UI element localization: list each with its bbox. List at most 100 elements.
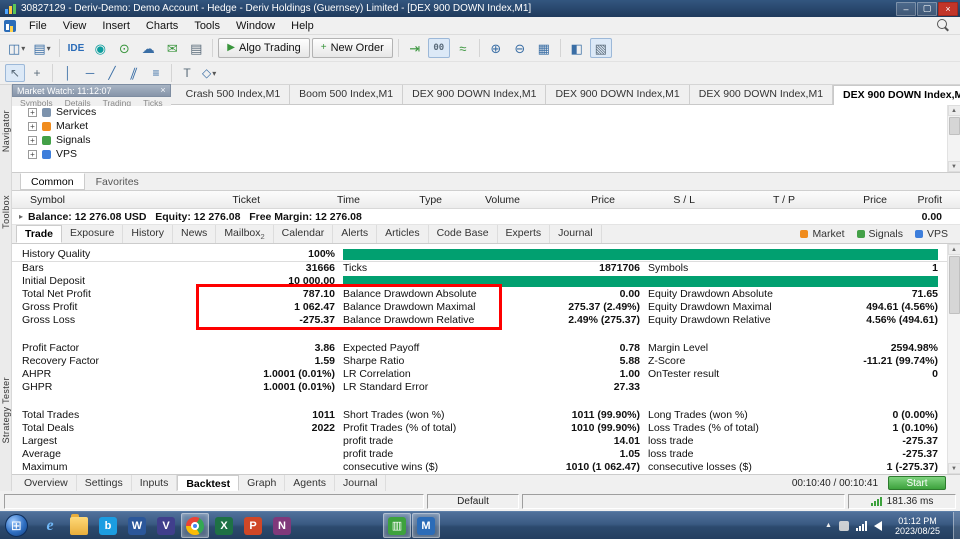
toolbox-tab-experts[interactable]: Experts (498, 225, 551, 243)
shapes-tool-button[interactable]: ◇ ▾ (199, 64, 219, 82)
fibonacci-tool-button[interactable]: ≡ (146, 64, 166, 82)
tester-tab-overview[interactable]: Overview (16, 475, 77, 491)
menu-view[interactable]: View (55, 18, 95, 34)
toolbox-tab-mailbox[interactable]: Mailbox2 (216, 225, 274, 243)
tray-chevron-icon[interactable]: ▲ (825, 522, 832, 529)
toolbox-tab-calendar[interactable]: Calendar (274, 225, 334, 243)
column-profit[interactable]: Profit (897, 194, 960, 206)
scrollbar-thumb[interactable] (948, 117, 960, 135)
tray-app-icon[interactable] (838, 520, 849, 531)
taskbar-app-button[interactable]: V (152, 513, 180, 538)
column-volume[interactable]: Volume (452, 194, 530, 206)
connection-status[interactable]: 181.36 ms (848, 493, 956, 509)
scroll-up-icon[interactable]: ▲ (947, 244, 960, 255)
results-scrollbar[interactable]: ▲ ▼ (947, 244, 960, 474)
toolbox-tab-journal[interactable]: Journal (550, 225, 602, 243)
navigator-scrollbar[interactable]: ▲ ▼ (947, 105, 960, 172)
toolbox-tab-history[interactable]: History (123, 225, 174, 243)
market-watch-tab-trading[interactable]: Trading (103, 98, 132, 106)
navigator-side-tab[interactable]: Navigator (1, 110, 12, 152)
expand-icon[interactable]: + (28, 135, 37, 145)
strategy-tester-button[interactable]: ▧ (589, 38, 612, 58)
show-desktop-button[interactable] (953, 511, 960, 539)
navigator-item-vps[interactable]: + VPS (12, 147, 960, 161)
expand-balance-icon[interactable]: ▸ (12, 212, 28, 221)
column-price[interactable]: Price (530, 194, 625, 206)
expand-icon[interactable]: + (28, 107, 37, 117)
menu-file[interactable]: File (21, 18, 55, 34)
menu-window[interactable]: Window (228, 18, 283, 34)
market-depth-button[interactable]: 00 (427, 38, 450, 58)
taskbar-ie-button[interactable]: e (36, 513, 64, 538)
cursor-tool-button[interactable]: ↖ (5, 64, 25, 82)
toolbox-vps-link[interactable]: VPS (914, 228, 948, 240)
toolbox-side-tab[interactable]: Toolbox (1, 195, 12, 229)
market-watch-header[interactable]: Market Watch: 11:12:07 × (12, 84, 171, 97)
toolbox-tab-codebase[interactable]: Code Base (429, 225, 498, 243)
new-chart-button[interactable]: ◫ ▾ (5, 38, 28, 58)
toolbox-tab-trade[interactable]: Trade (16, 225, 63, 243)
maximize-button[interactable]: ▢ (917, 1, 937, 16)
chart-tab[interactable]: DEX 900 DOWN Index,M1 (546, 85, 690, 104)
chart-tab[interactable]: Boom 500 Index,M1 (290, 85, 404, 104)
taskbar-onenote-button[interactable]: N (268, 513, 296, 538)
tester-tab-graph[interactable]: Graph (239, 475, 286, 491)
scrollbar-thumb[interactable] (948, 256, 960, 314)
menu-insert[interactable]: Insert (94, 18, 138, 34)
text-tool-button[interactable]: T (177, 64, 197, 82)
algo-market-button[interactable]: ◉ (89, 38, 111, 58)
app-menu-icon[interactable] (4, 19, 16, 32)
algo-trading-button[interactable]: ▶ Algo Trading (218, 38, 310, 58)
taskbar-chrome-button[interactable] (181, 513, 209, 538)
toolbox-tab-exposure[interactable]: Exposure (62, 225, 124, 243)
menu-help[interactable]: Help (283, 18, 322, 34)
tab-common[interactable]: Common (20, 173, 85, 190)
tab-favorites[interactable]: Favorites (85, 173, 150, 190)
channel-tool-button[interactable]: ∥ (124, 64, 144, 82)
chart-tab[interactable]: DEX 900 DOWN Index,M1 (690, 85, 834, 104)
community-button[interactable]: ☁ (137, 38, 159, 58)
tester-tab-settings[interactable]: Settings (77, 475, 132, 491)
vertical-line-tool-button[interactable]: │ (58, 64, 78, 82)
trendline-tool-button[interactable]: ╱ (102, 64, 122, 82)
taskbar-powerpoint-button[interactable]: P (239, 513, 267, 538)
zoom-in-button[interactable]: ⊕ (485, 38, 507, 58)
new-order-button[interactable]: + New Order (311, 38, 393, 58)
toolbox-tab-alerts[interactable]: Alerts (333, 225, 378, 243)
market-watch-tab-details[interactable]: Details (65, 98, 91, 106)
market-watch-tab-symbols[interactable]: Symbols (20, 98, 53, 106)
balance-row[interactable]: ▸ Balance: 12 276.08 USD Equity: 12 276.… (12, 209, 960, 225)
profile-name[interactable]: Default (427, 493, 519, 509)
taskbar-metaeditor-button[interactable]: M (412, 513, 440, 538)
column-type[interactable]: Type (370, 194, 452, 206)
scroll-down-icon[interactable]: ▼ (947, 463, 960, 474)
toolbox-market-link[interactable]: Market (800, 228, 845, 240)
network-icon[interactable] (855, 520, 867, 531)
taskbar-explorer-button[interactable] (65, 513, 93, 538)
chart-shift-button[interactable]: ⇥ (404, 38, 426, 58)
chart-tab-selected[interactable]: DEX 900 DOWN Index,M1 (833, 85, 960, 105)
taskbar-bing-button[interactable]: b (94, 513, 122, 538)
tile-windows-button[interactable]: ▦ (533, 38, 555, 58)
tester-tab-journal[interactable]: Journal (335, 475, 387, 491)
taskbar-mt5-button[interactable]: ▥ (383, 513, 411, 538)
tester-tab-inputs[interactable]: Inputs (132, 475, 178, 491)
column-ticket[interactable]: Ticket (130, 194, 270, 206)
tester-tab-agents[interactable]: Agents (285, 475, 335, 491)
zoom-out-button[interactable]: ⊖ (509, 38, 531, 58)
column-sl[interactable]: S / L (625, 194, 705, 206)
search-icon[interactable] (937, 19, 950, 32)
navigator-item-market[interactable]: + Market (12, 119, 960, 133)
layers-button[interactable]: ▤ (185, 38, 207, 58)
chat-button[interactable]: ✉ (161, 38, 183, 58)
menu-charts[interactable]: Charts (138, 18, 186, 34)
start-menu-button[interactable]: ⊞ (5, 514, 28, 537)
scroll-up-icon[interactable]: ▲ (947, 105, 960, 116)
profiles-button[interactable]: ▤ ▾ (30, 38, 53, 58)
navigator-item-signals[interactable]: + Signals (12, 133, 960, 147)
crosshair-tool-button[interactable]: + (27, 64, 47, 82)
taskbar-clock[interactable]: 01:12 PM 2023/08/25 (889, 516, 946, 536)
toolbox-signals-link[interactable]: Signals (856, 228, 903, 240)
chart-tab[interactable]: Crash 500 Index,M1 (177, 85, 291, 104)
taskbar-word-button[interactable]: W (123, 513, 151, 538)
